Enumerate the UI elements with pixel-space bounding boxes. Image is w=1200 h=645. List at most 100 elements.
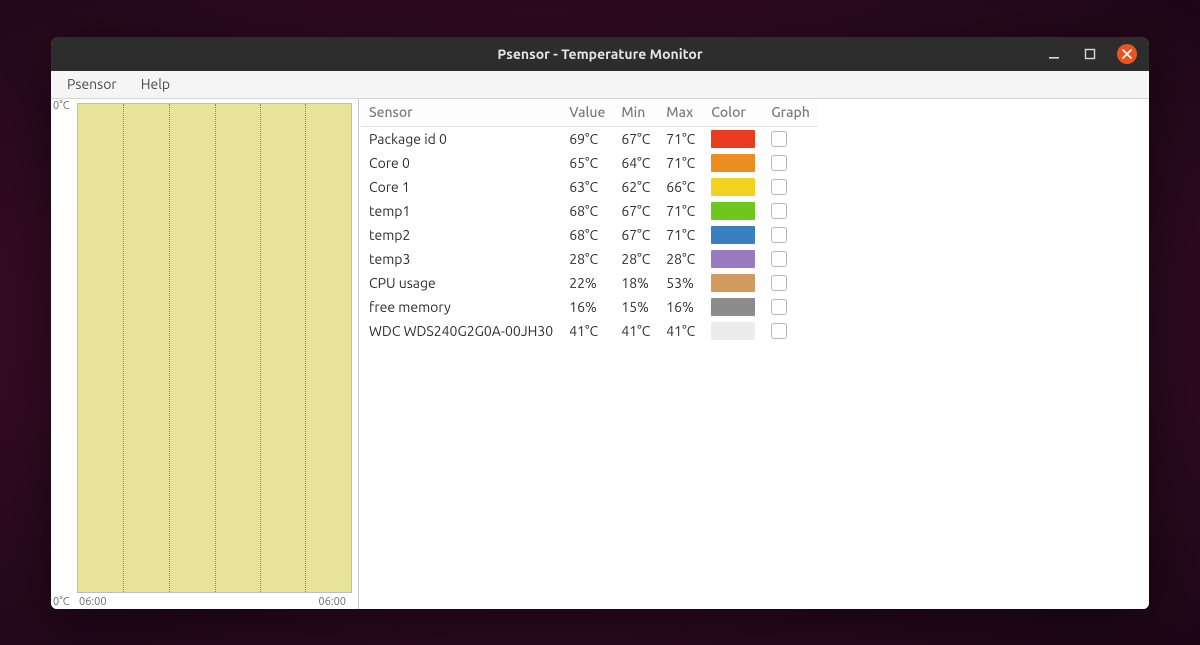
sensor-min: 28°C bbox=[613, 247, 658, 271]
col-sensor[interactable]: Sensor bbox=[361, 99, 561, 127]
window-title: Psensor - Temperature Monitor bbox=[51, 46, 1149, 62]
content-area: 0°C 0°C 06:00 06:00 Sensor Value Min bbox=[51, 99, 1149, 609]
sensor-name: CPU usage bbox=[361, 271, 561, 295]
sensor-max: 28°C bbox=[658, 247, 703, 271]
col-color[interactable]: Color bbox=[703, 99, 763, 127]
table-header-row: Sensor Value Min Max Color Graph bbox=[361, 99, 818, 127]
sensor-value: 22% bbox=[561, 271, 613, 295]
graph-checkbox[interactable] bbox=[771, 227, 787, 243]
color-swatch[interactable] bbox=[711, 178, 755, 196]
sensor-graph-cell bbox=[763, 295, 818, 319]
col-min[interactable]: Min bbox=[613, 99, 658, 127]
table-row[interactable]: WDC WDS240G2G0A-00JH3041°C41°C41°C bbox=[361, 319, 818, 343]
sensor-value: 63°C bbox=[561, 175, 613, 199]
sensor-max: 66°C bbox=[658, 175, 703, 199]
sensor-table-panel: Sensor Value Min Max Color Graph Package… bbox=[359, 99, 1149, 609]
table-row[interactable]: Core 163°C62°C66°C bbox=[361, 175, 818, 199]
sensor-color-cell[interactable] bbox=[703, 199, 763, 223]
sensor-value: 16% bbox=[561, 295, 613, 319]
sensor-name: temp2 bbox=[361, 223, 561, 247]
sensor-graph-cell bbox=[763, 223, 818, 247]
maximize-button[interactable] bbox=[1081, 45, 1099, 63]
sensor-value: 28°C bbox=[561, 247, 613, 271]
color-swatch[interactable] bbox=[711, 226, 755, 244]
menu-psensor[interactable]: Psensor bbox=[57, 72, 127, 96]
menu-help[interactable]: Help bbox=[131, 72, 180, 96]
sensor-color-cell[interactable] bbox=[703, 175, 763, 199]
sensor-value: 68°C bbox=[561, 223, 613, 247]
sensor-max: 41°C bbox=[658, 319, 703, 343]
graph-checkbox[interactable] bbox=[771, 131, 787, 147]
color-swatch[interactable] bbox=[711, 298, 755, 316]
sensor-color-cell[interactable] bbox=[703, 271, 763, 295]
sensor-min: 67°C bbox=[613, 223, 658, 247]
color-swatch[interactable] bbox=[711, 322, 755, 340]
sensor-min: 41°C bbox=[613, 319, 658, 343]
sensor-min: 15% bbox=[613, 295, 658, 319]
minimize-button[interactable] bbox=[1045, 45, 1063, 63]
sensor-name: Core 0 bbox=[361, 151, 561, 175]
table-row[interactable]: free memory16%15%16% bbox=[361, 295, 818, 319]
col-max[interactable]: Max bbox=[658, 99, 703, 127]
col-value[interactable]: Value bbox=[561, 99, 613, 127]
sensor-color-cell[interactable] bbox=[703, 126, 763, 151]
sensor-graph-cell bbox=[763, 319, 818, 343]
sensor-min: 62°C bbox=[613, 175, 658, 199]
sensor-color-cell[interactable] bbox=[703, 151, 763, 175]
app-window: Psensor - Temperature Monitor Psensor He… bbox=[51, 37, 1149, 609]
x-axis-left-label: 06:00 bbox=[79, 596, 107, 608]
graph-checkbox[interactable] bbox=[771, 179, 787, 195]
color-swatch[interactable] bbox=[711, 154, 755, 172]
graph-checkbox[interactable] bbox=[771, 275, 787, 291]
graph-checkbox[interactable] bbox=[771, 299, 787, 315]
sensor-min: 67°C bbox=[613, 199, 658, 223]
titlebar[interactable]: Psensor - Temperature Monitor bbox=[51, 37, 1149, 71]
window-controls bbox=[1045, 37, 1149, 71]
sensor-max: 71°C bbox=[658, 151, 703, 175]
table-row[interactable]: Core 065°C64°C71°C bbox=[361, 151, 818, 175]
graph-checkbox[interactable] bbox=[771, 251, 787, 267]
close-button[interactable] bbox=[1117, 44, 1137, 64]
graph-checkbox[interactable] bbox=[771, 323, 787, 339]
table-row[interactable]: Package id 069°C67°C71°C bbox=[361, 126, 818, 151]
color-swatch[interactable] bbox=[711, 202, 755, 220]
graph-panel: 0°C 0°C 06:00 06:00 bbox=[51, 99, 359, 609]
color-swatch[interactable] bbox=[711, 274, 755, 292]
sensor-graph-cell bbox=[763, 247, 818, 271]
sensor-max: 71°C bbox=[658, 199, 703, 223]
sensor-graph-cell bbox=[763, 126, 818, 151]
sensor-max: 71°C bbox=[658, 223, 703, 247]
sensor-value: 41°C bbox=[561, 319, 613, 343]
sensor-color-cell[interactable] bbox=[703, 319, 763, 343]
sensor-graph-cell bbox=[763, 199, 818, 223]
sensor-min: 67°C bbox=[613, 126, 658, 151]
sensor-max: 16% bbox=[658, 295, 703, 319]
sensor-color-cell[interactable] bbox=[703, 247, 763, 271]
sensor-graph-cell bbox=[763, 151, 818, 175]
x-axis-right-label: 06:00 bbox=[318, 596, 346, 608]
sensor-min: 18% bbox=[613, 271, 658, 295]
sensor-name: temp3 bbox=[361, 247, 561, 271]
color-swatch[interactable] bbox=[711, 250, 755, 268]
sensor-name: Package id 0 bbox=[361, 126, 561, 151]
sensor-color-cell[interactable] bbox=[703, 223, 763, 247]
table-row[interactable]: temp268°C67°C71°C bbox=[361, 223, 818, 247]
sensor-table: Sensor Value Min Max Color Graph Package… bbox=[361, 99, 818, 343]
sensor-color-cell[interactable] bbox=[703, 295, 763, 319]
table-row[interactable]: temp328°C28°C28°C bbox=[361, 247, 818, 271]
graph-plot[interactable] bbox=[77, 103, 352, 593]
sensor-max: 71°C bbox=[658, 126, 703, 151]
graph-checkbox[interactable] bbox=[771, 203, 787, 219]
col-graph[interactable]: Graph bbox=[763, 99, 818, 127]
menubar: Psensor Help bbox=[51, 71, 1149, 99]
table-row[interactable]: temp168°C67°C71°C bbox=[361, 199, 818, 223]
color-swatch[interactable] bbox=[711, 130, 755, 148]
graph-checkbox[interactable] bbox=[771, 155, 787, 171]
sensor-name: temp1 bbox=[361, 199, 561, 223]
sensor-name: WDC WDS240G2G0A-00JH30 bbox=[361, 319, 561, 343]
y-axis-bottom-label: 0°C bbox=[53, 596, 70, 608]
table-row[interactable]: CPU usage22%18%53% bbox=[361, 271, 818, 295]
sensor-max: 53% bbox=[658, 271, 703, 295]
y-axis-top-label: 0°C bbox=[53, 100, 70, 112]
sensor-value: 68°C bbox=[561, 199, 613, 223]
